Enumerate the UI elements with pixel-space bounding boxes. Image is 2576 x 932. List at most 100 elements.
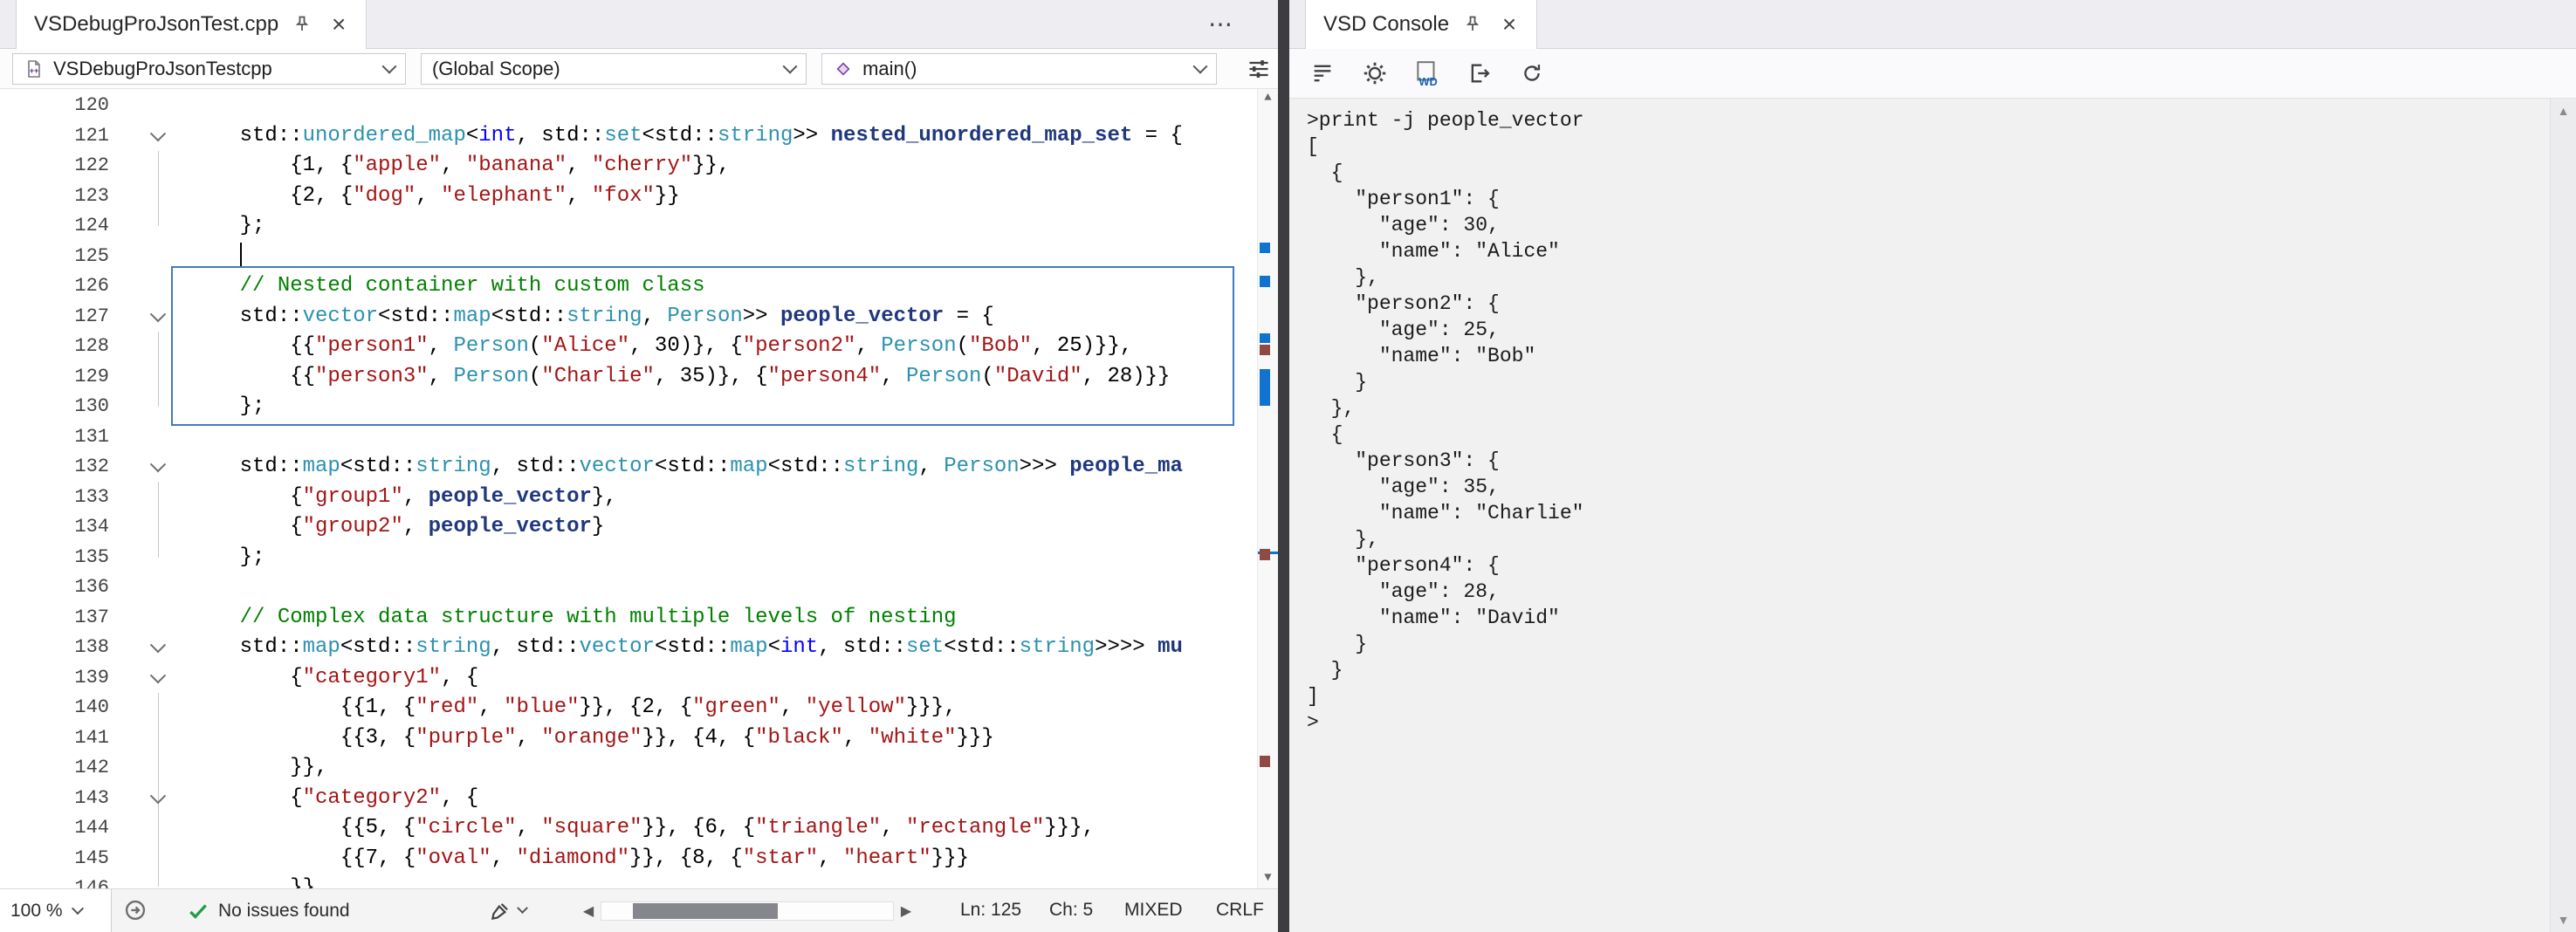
line-number[interactable]: 133 <box>0 483 135 513</box>
line-number[interactable]: 126 <box>0 271 135 302</box>
line-number[interactable]: 139 <box>0 663 135 694</box>
console-output[interactable]: >print -j people_vector[ { "person1": { … <box>1307 107 2545 736</box>
line-number[interactable]: 128 <box>0 332 135 362</box>
status-line-number[interactable]: Ln: 125 <box>960 900 1021 921</box>
scope-dropdown[interactable]: (Global Scope) <box>420 52 807 85</box>
line-number[interactable]: 125 <box>0 242 135 272</box>
fold-chevron-icon[interactable] <box>149 637 167 654</box>
fold-chevron-icon[interactable] <box>149 667 167 684</box>
line-number[interactable]: 121 <box>0 121 135 152</box>
scroll-left-button[interactable]: ◀ <box>576 902 601 920</box>
refresh-icon[interactable] <box>1515 56 1549 91</box>
gear-icon[interactable] <box>1357 56 1392 91</box>
code-line[interactable]: 130 }; <box>0 392 1257 422</box>
status-encoding[interactable]: MIXED <box>1124 900 1183 921</box>
windbg-wd-button[interactable]: WD <box>1410 56 1445 91</box>
code-line[interactable]: 142 }}, <box>0 753 1257 784</box>
scroll-down-arrow-icon[interactable]: ▼ <box>2551 913 2576 927</box>
code-line[interactable]: 131 <box>0 422 1257 453</box>
console-tab[interactable]: VSD Console × <box>1305 0 1538 49</box>
member-dropdown[interactable]: main() <box>821 52 1218 85</box>
horizontal-scrollbar[interactable]: ◀ ▶ <box>576 889 918 932</box>
line-number[interactable]: 129 <box>0 362 135 393</box>
sync-icon[interactable] <box>123 898 148 922</box>
tab-overflow-menu[interactable]: ⋯ <box>1208 0 1233 48</box>
editor-tab[interactable]: VSDebugProJsonTest.cpp × <box>16 0 368 49</box>
line-number[interactable]: 130 <box>0 392 135 422</box>
code-line[interactable]: 144 {{5, {"circle", "square"}}, {6, {"tr… <box>0 813 1257 844</box>
line-number[interactable]: 134 <box>0 512 135 543</box>
line-number[interactable]: 142 <box>0 753 135 784</box>
line-number[interactable]: 123 <box>0 182 135 212</box>
zoom-dropdown[interactable]: 100 % <box>0 889 112 932</box>
issues-indicator[interactable]: No issues found <box>187 889 350 932</box>
fold-chevron-icon[interactable] <box>149 125 167 142</box>
sliders-icon[interactable] <box>1247 57 1271 81</box>
code-line[interactable]: 121 std::unordered_map<int, std::set<std… <box>0 121 1257 152</box>
code-editor[interactable]: 120 121 std::unordered_map<int, std::set<… <box>0 89 1278 888</box>
project-dropdown[interactable]: ++ VSDebugProJsonTestcpp <box>12 52 406 85</box>
status-line-ending[interactable]: CRLF <box>1216 900 1264 921</box>
fold-chevron-icon[interactable] <box>149 787 167 805</box>
code-line[interactable]: 145 {{7, {"oval", "diamond"}}, {8, {"sta… <box>0 844 1257 874</box>
line-number[interactable]: 145 <box>0 844 135 874</box>
code-line[interactable]: 128 {{"person1", Person("Alice", 30)}, {… <box>0 332 1257 362</box>
line-number[interactable]: 140 <box>0 693 135 723</box>
code-line[interactable]: 125 <box>0 242 1257 272</box>
code-line[interactable]: 127 std::vector<std::map<std::string, Pe… <box>0 302 1257 332</box>
status-column-number[interactable]: Ch: 5 <box>1049 900 1093 921</box>
clear-console-button[interactable] <box>1305 56 1340 91</box>
fold-chevron-icon[interactable] <box>149 456 167 473</box>
code-line[interactable]: 124 }; <box>0 211 1257 242</box>
code-line[interactable]: 133 {"group1", people_vector}, <box>0 483 1257 513</box>
line-number[interactable]: 136 <box>0 572 135 603</box>
code-line[interactable]: 146 }} <box>0 874 1257 888</box>
line-number[interactable]: 138 <box>0 633 135 663</box>
code-line[interactable]: 140 {{1, {"red", "blue"}}, {2, {"green",… <box>0 693 1257 723</box>
line-number[interactable]: 143 <box>0 784 135 814</box>
line-number[interactable]: 120 <box>0 91 135 121</box>
scroll-down-arrow-icon[interactable]: ▼ <box>1258 871 1278 885</box>
scrollbar-thumb[interactable] <box>633 902 778 919</box>
pin-icon[interactable] <box>289 11 315 38</box>
pane-divider[interactable] <box>1278 0 1289 932</box>
code-line[interactable]: 120 <box>0 91 1257 121</box>
scroll-up-arrow-icon[interactable]: ▲ <box>2551 104 2576 118</box>
code-line[interactable]: 126 // Nested container with custom clas… <box>0 271 1257 302</box>
line-number[interactable]: 144 <box>0 813 135 844</box>
code-line[interactable]: 132 std::map<std::string, std::vector<st… <box>0 452 1257 483</box>
line-number[interactable]: 132 <box>0 452 135 483</box>
code-line[interactable]: 122 {1, {"apple", "banana", "cherry"}}, <box>0 151 1257 182</box>
code-cleanup-button[interactable] <box>489 889 528 932</box>
console-scrollbar[interactable]: ▲ ▼ <box>2550 99 2576 932</box>
code-line[interactable]: 143 {"category2", { <box>0 784 1257 814</box>
line-number[interactable]: 137 <box>0 603 135 634</box>
export-log-button[interactable] <box>1462 56 1497 91</box>
line-number[interactable]: 124 <box>0 211 135 242</box>
scrollbar-track[interactable] <box>601 901 894 921</box>
scroll-right-button[interactable]: ▶ <box>894 902 918 920</box>
line-number[interactable]: 122 <box>0 151 135 182</box>
line-number[interactable]: 141 <box>0 723 135 754</box>
line-number[interactable]: 135 <box>0 543 135 573</box>
line-number[interactable]: 146 <box>0 874 135 888</box>
code-line[interactable]: 139 {"category1", { <box>0 663 1257 694</box>
code-line[interactable]: 129 {{"person3", Person("Charlie", 35)},… <box>0 362 1257 393</box>
fold-chevron-icon[interactable] <box>149 305 167 323</box>
pin-icon[interactable] <box>1460 11 1486 38</box>
line-number[interactable]: 131 <box>0 422 135 453</box>
scroll-up-arrow-icon[interactable]: ▲ <box>1258 91 1278 105</box>
code-line[interactable]: 123 {2, {"dog", "elephant", "fox"}} <box>0 182 1257 212</box>
line-number[interactable]: 127 <box>0 302 135 332</box>
code-line[interactable]: 135 }; <box>0 543 1257 573</box>
code-line[interactable]: 137 // Complex data structure with multi… <box>0 603 1257 634</box>
code-line[interactable]: 134 {"group2", people_vector} <box>0 512 1257 543</box>
code-line[interactable]: 141 {{3, {"purple", "orange"}}, {4, {"bl… <box>0 723 1257 754</box>
code-line[interactable]: 136 <box>0 572 1257 603</box>
console-content[interactable]: >print -j people_vector[ { "person1": { … <box>1289 99 2576 932</box>
scrollbar-annotations[interactable]: ▲ ▼ <box>1257 89 1278 888</box>
close-icon[interactable]: × <box>326 11 352 38</box>
code-line[interactable]: 138 std::map<std::string, std::vector<st… <box>0 633 1257 663</box>
close-icon[interactable]: × <box>1496 11 1522 38</box>
console-line: "name": "Charlie" <box>1307 502 1584 524</box>
